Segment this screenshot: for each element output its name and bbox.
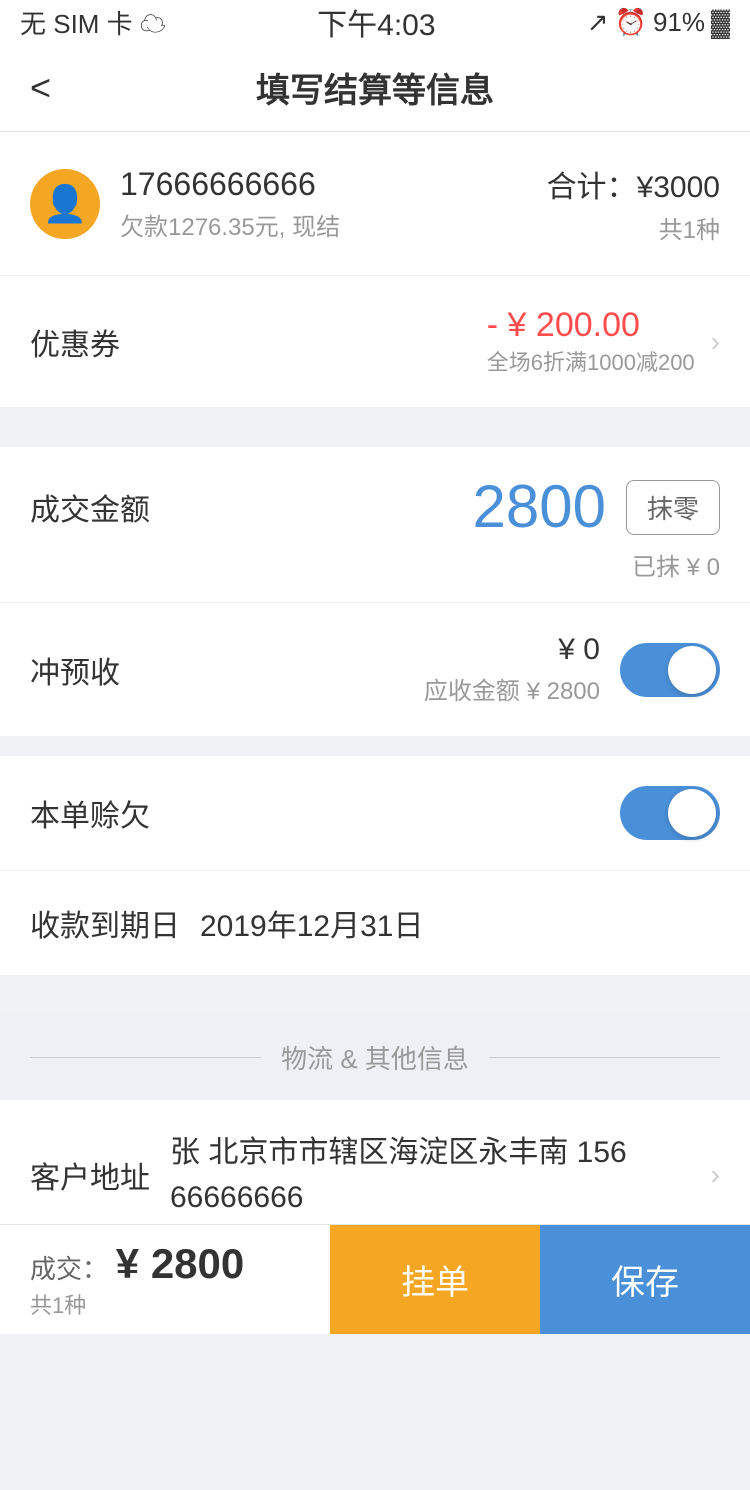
- location-icon: ↗: [587, 7, 609, 38]
- toggle-thumb: [668, 646, 716, 694]
- duedate-label: 收款到期日: [30, 901, 180, 945]
- address-label: 客户地址: [30, 1153, 150, 1197]
- address-chevron-icon: ›: [711, 1159, 720, 1191]
- coupon-desc: 全场6折满1000减200: [487, 345, 695, 377]
- divider-line-left: [30, 1057, 261, 1058]
- save-button[interactable]: 保存: [540, 1225, 750, 1334]
- nav-bar: < 填写结算等信息: [0, 44, 750, 132]
- summary-row: 成交： ¥ 2800: [30, 1240, 300, 1288]
- status-bar: 无 SIM 卡 ☁ 下午4:03 ↗ ⏰ 91% ▓: [0, 0, 750, 44]
- summary-label: 成交：: [30, 1254, 108, 1284]
- logistics-divider: 物流 & 其他信息: [0, 1015, 750, 1100]
- avatar-icon: 👤: [43, 183, 88, 225]
- item-count: 共1种: [547, 210, 720, 245]
- total-label: 合计：: [547, 171, 637, 204]
- coupon-row[interactable]: 优惠券 - ¥ 200.00 全场6折满1000减200 ›: [0, 275, 750, 407]
- back-button[interactable]: <: [30, 67, 51, 109]
- bottom-summary: 成交： ¥ 2800 共1种: [0, 1240, 330, 1320]
- prepay-label: 冲预收: [30, 648, 120, 692]
- amount-value-container: 2800 抹零: [473, 477, 721, 537]
- bottom-actions: 挂单 保存: [330, 1225, 750, 1334]
- customer-info: 17666666666 欠款1276.35元, 现结: [120, 166, 340, 242]
- status-time: 下午4:03: [317, 0, 435, 44]
- address-value: 张 北京市市辖区海淀区永丰南 156 66666666: [170, 1130, 685, 1220]
- prepay-right: ¥ 0 应收金额 ¥ 2800: [424, 633, 720, 706]
- divider-line-right: [489, 1057, 720, 1058]
- customer-section: 👤 17666666666 欠款1276.35元, 现结 合计：¥3000 共1…: [0, 132, 750, 407]
- credit-toggle[interactable]: [620, 786, 720, 840]
- prepay-toggle[interactable]: [620, 643, 720, 697]
- credit-section: 本单赊欠 收款到期日 2019年12月31日: [0, 756, 750, 975]
- amount-number: 2800: [473, 477, 606, 537]
- coupon-amount: - ¥ 200.00: [487, 306, 695, 345]
- summary-count: 共1种: [30, 1288, 300, 1320]
- prepay-value: ¥ 0: [424, 633, 600, 667]
- amount-section: 成交金额 2800 抹零 已抹 ¥ 0 冲预收 ¥ 0 应收金额 ¥ 2800: [0, 447, 750, 736]
- chevron-right-icon: ›: [711, 326, 720, 358]
- separator-1: [0, 427, 750, 447]
- bottom-bar: 成交： ¥ 2800 共1种 挂单 保存: [0, 1224, 750, 1334]
- hold-order-button[interactable]: 挂单: [330, 1225, 540, 1334]
- logistics-label: 物流 & 其他信息: [281, 1039, 469, 1076]
- prepay-amounts: ¥ 0 应收金额 ¥ 2800: [424, 633, 600, 706]
- separator-3: [0, 995, 750, 1015]
- customer-debt: 欠款1276.35元, 现结: [120, 207, 340, 242]
- duedate-value: 2019年12月31日: [200, 901, 423, 945]
- separator-2: [0, 736, 750, 756]
- alarm-icon: ⏰: [615, 7, 647, 38]
- total-amount: 合计：¥3000: [547, 162, 720, 206]
- total-value: ¥3000: [637, 171, 720, 204]
- customer-right: 合计：¥3000 共1种: [547, 162, 720, 245]
- round-zero-button[interactable]: 抹零: [626, 480, 720, 535]
- customer-row: 👤 17666666666 欠款1276.35元, 现结 合计：¥3000 共1…: [0, 132, 750, 275]
- duedate-row: 收款到期日 2019年12月31日: [0, 870, 750, 975]
- status-left: 无 SIM 卡 ☁: [20, 4, 166, 41]
- summary-price: ¥ 2800: [116, 1240, 244, 1287]
- coupon-label: 优惠券: [30, 320, 120, 364]
- battery-icon: ▓: [711, 7, 730, 38]
- amount-sub: 已抹 ¥ 0: [0, 547, 750, 602]
- battery-label: 91%: [653, 7, 705, 38]
- coupon-right: - ¥ 200.00 全场6折满1000减200 ›: [487, 306, 720, 377]
- avatar: 👤: [30, 169, 100, 239]
- customer-phone: 17666666666: [120, 166, 340, 203]
- amount-label: 成交金额: [30, 485, 150, 529]
- amount-row: 成交金额 2800 抹零: [0, 447, 750, 547]
- credit-label: 本单赊欠: [30, 791, 150, 835]
- prepay-row: 冲预收 ¥ 0 应收金额 ¥ 2800: [0, 602, 750, 736]
- credit-toggle-thumb: [668, 789, 716, 837]
- prepay-sub: 应收金额 ¥ 2800: [424, 671, 600, 706]
- customer-left: 👤 17666666666 欠款1276.35元, 现结: [30, 166, 340, 242]
- sim-label: 无 SIM 卡 ☁: [20, 4, 166, 41]
- status-right: ↗ ⏰ 91% ▓: [587, 7, 730, 38]
- page-title: 填写结算等信息: [256, 63, 494, 112]
- credit-row: 本单赊欠: [0, 756, 750, 870]
